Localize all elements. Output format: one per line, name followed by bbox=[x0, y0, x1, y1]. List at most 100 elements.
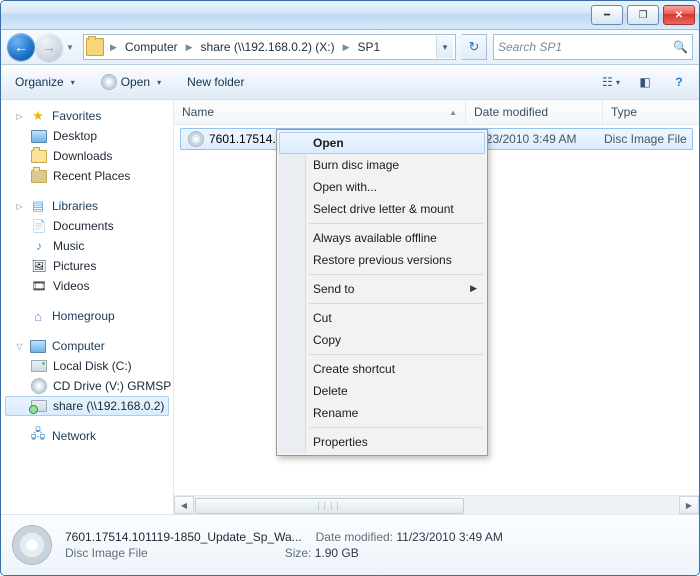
details-size: 1.90 GB bbox=[315, 546, 359, 560]
breadcrumb-sep[interactable]: ▶ bbox=[108, 36, 119, 58]
scroll-track[interactable]: ││││ bbox=[194, 497, 679, 513]
computer-header[interactable]: ▽Computer bbox=[1, 336, 173, 356]
address-bar: ← → ▼ ▶ Computer ▶ share (\\192.168.0.2)… bbox=[1, 30, 699, 65]
music-icon: ♪ bbox=[31, 238, 47, 254]
command-bar: Organize Open New folder ☷ ▾ ◧ ? bbox=[1, 65, 699, 100]
videos-icon: 🎞 bbox=[31, 278, 47, 294]
close-icon: ✕ bbox=[675, 10, 683, 21]
details-filename: 7601.17514.101119-1850_Update_Sp_Wa... bbox=[65, 530, 302, 544]
nav-pictures[interactable]: 🖼Pictures bbox=[1, 256, 173, 276]
scroll-right-button[interactable]: ▶ bbox=[679, 496, 699, 514]
navigation-pane[interactable]: ▷★Favorites Desktop Downloads Recent Pla… bbox=[1, 100, 174, 514]
column-headers: Name▲ Date modified Type Size bbox=[174, 100, 699, 125]
preview-pane-button[interactable]: ◧ bbox=[633, 70, 657, 94]
refresh-button[interactable]: ↻ bbox=[462, 34, 487, 60]
context-menu-item[interactable]: Always available offline bbox=[279, 227, 485, 249]
breadcrumb-sep[interactable]: ▶ bbox=[341, 36, 352, 58]
pictures-icon: 🖼 bbox=[31, 258, 47, 274]
context-menu-item[interactable]: Cut bbox=[279, 307, 485, 329]
context-menu-item[interactable]: Rename bbox=[279, 402, 485, 424]
submenu-arrow-icon: ▶ bbox=[470, 283, 477, 294]
minimize-button[interactable]: ━ bbox=[591, 5, 623, 25]
col-name[interactable]: Name▲ bbox=[174, 100, 466, 124]
horizontal-scrollbar[interactable]: ◀ ││││ ▶ bbox=[174, 495, 699, 514]
details-date-label: Date modified: bbox=[316, 530, 393, 544]
context-menu-separator bbox=[309, 303, 483, 304]
organize-button[interactable]: Organize bbox=[9, 72, 81, 92]
nav-desktop[interactable]: Desktop bbox=[1, 126, 173, 146]
folder-icon bbox=[86, 38, 104, 56]
file-type: Disc Image File bbox=[597, 132, 699, 146]
new-folder-button[interactable]: New folder bbox=[181, 72, 250, 92]
nav-history-dropdown[interactable]: ▼ bbox=[63, 33, 77, 61]
network-header[interactable]: 🖧Network bbox=[1, 426, 173, 446]
desktop-icon bbox=[31, 128, 47, 144]
recent-icon bbox=[31, 168, 47, 184]
open-icon bbox=[101, 74, 117, 90]
breadcrumb-sp1[interactable]: SP1 bbox=[354, 36, 385, 58]
context-menu-item[interactable]: Send to▶ bbox=[279, 278, 485, 300]
nav-local-disk-c[interactable]: Local Disk (C:) bbox=[1, 356, 173, 376]
context-menu-item[interactable]: Copy bbox=[279, 329, 485, 351]
context-menu-separator bbox=[309, 427, 483, 428]
nav-cd-drive-v[interactable]: CD Drive (V:) GRMSP bbox=[1, 376, 173, 396]
view-icon: ☷ bbox=[602, 75, 613, 89]
maximize-button[interactable]: ❐ bbox=[627, 5, 659, 25]
network-drive-icon bbox=[31, 398, 47, 414]
downloads-icon bbox=[31, 148, 47, 164]
back-arrow-icon: ← bbox=[14, 39, 28, 55]
context-menu-item[interactable]: Select drive letter & mount bbox=[279, 198, 485, 220]
col-type[interactable]: Type bbox=[603, 100, 700, 124]
back-button[interactable]: ← bbox=[7, 33, 35, 61]
maximize-icon: ❐ bbox=[639, 10, 648, 21]
breadcrumb-computer[interactable]: Computer bbox=[121, 36, 182, 58]
breadcrumb-share[interactable]: share (\\192.168.0.2) (X:) bbox=[197, 36, 339, 58]
close-button[interactable]: ✕ bbox=[663, 5, 695, 25]
context-menu-item[interactable]: Create shortcut bbox=[279, 358, 485, 380]
nav-documents[interactable]: 📄Documents bbox=[1, 216, 173, 236]
open-button[interactable]: Open bbox=[95, 71, 167, 93]
nav-downloads[interactable]: Downloads bbox=[1, 146, 173, 166]
network-icon: 🖧 bbox=[30, 428, 46, 444]
scroll-left-button[interactable]: ◀ bbox=[174, 496, 194, 514]
context-menu-item[interactable]: Properties bbox=[279, 431, 485, 453]
minimize-icon: ━ bbox=[604, 10, 610, 21]
scroll-thumb[interactable]: ││││ bbox=[195, 498, 464, 514]
help-button[interactable]: ? bbox=[667, 70, 691, 94]
explorer-window: ━ ❐ ✕ ← → ▼ ▶ Computer ▶ share (\\192.16… bbox=[0, 0, 700, 576]
breadcrumb-sep[interactable]: ▶ bbox=[184, 36, 195, 58]
context-menu-item[interactable]: Delete bbox=[279, 380, 485, 402]
nav-share-x[interactable]: share (\\192.168.0.2) bbox=[5, 396, 169, 416]
context-menu-item[interactable]: Restore previous versions bbox=[279, 249, 485, 271]
context-menu-item[interactable]: Open with... bbox=[279, 176, 485, 198]
cd-icon bbox=[31, 378, 47, 394]
context-menu-item[interactable]: Burn disc image bbox=[279, 154, 485, 176]
documents-icon: 📄 bbox=[31, 218, 47, 234]
details-icon bbox=[11, 524, 53, 566]
forward-arrow-icon: → bbox=[42, 39, 56, 55]
breadcrumb-bar[interactable]: ▶ Computer ▶ share (\\192.168.0.2) (X:) … bbox=[83, 34, 456, 60]
homegroup-header[interactable]: ⌂Homegroup bbox=[1, 306, 173, 326]
nav-buttons: ← → ▼ bbox=[7, 33, 77, 61]
nav-music[interactable]: ♪Music bbox=[1, 236, 173, 256]
search-icon: 🔍 bbox=[673, 40, 688, 54]
favorites-header[interactable]: ▷★Favorites bbox=[1, 106, 173, 126]
details-date: 11/23/2010 3:49 AM bbox=[396, 530, 503, 544]
breadcrumb-dropdown[interactable]: ▾ bbox=[436, 36, 453, 58]
details-size-label: Size: bbox=[285, 546, 312, 560]
col-date-modified[interactable]: Date modified bbox=[466, 100, 603, 124]
nav-recent-places[interactable]: Recent Places bbox=[1, 166, 173, 186]
search-input[interactable]: Search SP1 🔍 bbox=[493, 34, 693, 60]
drive-icon bbox=[31, 358, 47, 374]
context-menu-item[interactable]: Open bbox=[279, 132, 485, 154]
view-options-button[interactable]: ☷ ▾ bbox=[599, 70, 623, 94]
titlebar[interactable]: ━ ❐ ✕ bbox=[1, 1, 699, 30]
context-menu-separator bbox=[309, 354, 483, 355]
forward-button[interactable]: → bbox=[35, 33, 63, 61]
context-menu: OpenBurn disc imageOpen with...Select dr… bbox=[276, 129, 488, 456]
libraries-icon: ▤ bbox=[30, 198, 46, 214]
libraries-header[interactable]: ▷▤Libraries bbox=[1, 196, 173, 216]
nav-videos[interactable]: 🎞Videos bbox=[1, 276, 173, 296]
sort-asc-icon: ▲ bbox=[449, 108, 457, 117]
context-menu-separator bbox=[309, 223, 483, 224]
